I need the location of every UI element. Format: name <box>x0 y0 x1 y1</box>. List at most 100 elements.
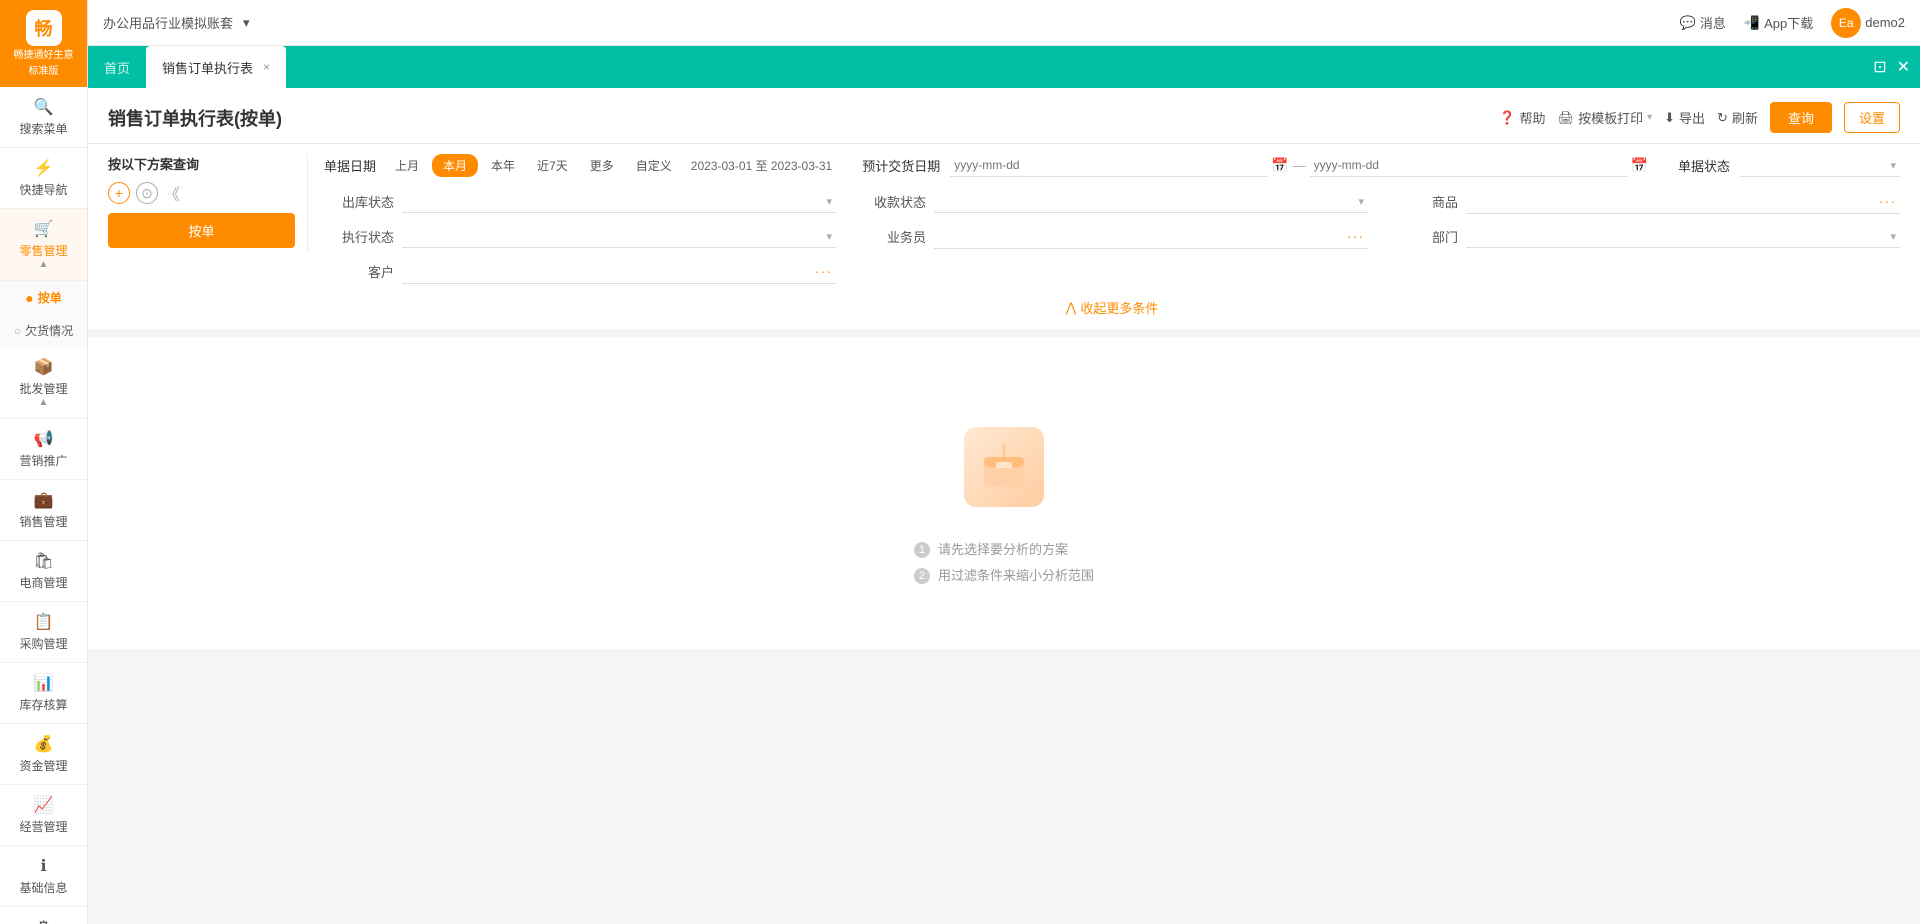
empty-icon-inner <box>964 427 1044 507</box>
sidebar-item-purchase-mgmt[interactable]: 📋 采购管理 <box>0 602 87 663</box>
sidebar-item-quick-nav[interactable]: ⚡ 快捷导航 <box>0 148 87 209</box>
restore-window-icon[interactable]: ⊡ <box>1873 57 1886 77</box>
sys-mgmt-icon: ⚙ <box>36 917 50 924</box>
tab-sales-order[interactable]: 销售订单执行表 × <box>146 46 286 88</box>
calendar-end-icon[interactable]: 📅 <box>1631 157 1648 174</box>
product-label: 商品 <box>1388 192 1458 211</box>
department-filter: 部门 ▾ <box>1388 224 1900 249</box>
product-select[interactable]: ··· <box>1466 189 1900 214</box>
sidebar-item-basic-info[interactable]: ℹ 基础信息 <box>0 846 87 907</box>
refresh-button[interactable]: ↻ 刷新 <box>1717 108 1758 127</box>
more-icon: ··· <box>1347 228 1364 244</box>
collapse-sidebar-button[interactable]: 《 <box>164 181 180 205</box>
chevron-down-icon: ▾ <box>1890 159 1896 172</box>
sidebar-sub-item-欠货情况[interactable]: ○ 欠货情况 <box>0 314 87 347</box>
help-button[interactable]: ❓ 帮助 <box>1499 108 1545 127</box>
collapse-icon: 《 <box>164 187 180 204</box>
retail-sub-menu: ● 按单 ○ 欠货情况 <box>0 281 87 347</box>
payment-status-filter: 收款状态 ▾ <box>856 189 1368 214</box>
calendar-start-icon[interactable]: 📅 <box>1271 157 1288 174</box>
salesperson-select[interactable]: ··· <box>934 224 1368 249</box>
template-print-button[interactable]: 🖨 按模板打印 ▾ <box>1558 108 1653 127</box>
sidebar-item-label: 零售管理 <box>19 242 67 259</box>
sidebar-sub-item-按单[interactable]: ● 按单 <box>0 281 87 314</box>
sidebar-item-label: 销售管理 <box>19 513 67 530</box>
sidebar-item-wholesale-mgmt[interactable]: 📦 批发管理 ▲ <box>0 347 87 419</box>
app-logo[interactable]: 畅 畅捷通好生意 标准版 <box>0 0 87 87</box>
sidebar-item-marketing[interactable]: 📢 营销推广 <box>0 419 87 480</box>
date-tab-上月[interactable]: 上月 <box>386 154 428 177</box>
user-menu[interactable]: Ea demo2 <box>1831 8 1905 38</box>
inventory-icon: 📊 <box>34 673 54 693</box>
customer-select[interactable]: ··· <box>402 259 836 284</box>
tab-close-icon[interactable]: × <box>263 60 270 74</box>
active-tab-label: 销售订单执行表 <box>162 58 253 77</box>
sidebar-item-sales-mgmt[interactable]: 💼 销售管理 <box>0 480 87 541</box>
home-tab-label: 首页 <box>104 58 130 77</box>
date-tab-更多[interactable]: 更多 <box>581 154 623 177</box>
basic-info-icon: ℹ <box>40 856 46 876</box>
sidebar-item-label: 资金管理 <box>19 757 67 774</box>
avatar-text: Ea <box>1839 16 1854 30</box>
sidebar-item-search-menu[interactable]: 🔍 搜索菜单 <box>0 87 87 148</box>
content-area: 销售订单执行表(按单) ❓ 帮助 🖨 按模板打印 ▾ ⬇ 导出 ↻ 刷新 <box>88 88 1920 924</box>
sidebar-item-finance[interactable]: 💰 资金管理 <box>0 724 87 785</box>
copy-scheme-button[interactable]: ⊙ <box>136 182 158 204</box>
template-print-label: 按模板打印 <box>1578 108 1643 127</box>
close-window-icon[interactable]: ✕ <box>1897 57 1910 77</box>
order-status-select[interactable]: ▾ <box>1740 155 1900 177</box>
chevron-down-icon[interactable]: ▾ <box>243 15 250 31</box>
tab-home[interactable]: 首页 <box>88 46 146 88</box>
delivery-status-select[interactable]: ▾ <box>402 191 836 213</box>
execution-status-select[interactable]: ▾ <box>402 226 836 248</box>
topbar: 办公用品行业模拟账套 ▾ 💬 消息 📲 App下载 Ea demo2 <box>88 0 1920 46</box>
copy-icon: ⊙ <box>141 185 153 202</box>
date-tab-本年[interactable]: 本年 <box>482 154 524 177</box>
sidebar-item-sys-mgmt[interactable]: ⚙ 系统管理 <box>0 907 87 924</box>
finance-icon: 💰 <box>34 734 54 754</box>
tab-bar: 首页 销售订单执行表 × ⊡ ✕ <box>88 46 1920 88</box>
app-download-button[interactable]: 📲 App下载 <box>1744 13 1813 32</box>
sidebar-item-ecom-mgmt[interactable]: 🛍 电商管理 <box>0 541 87 602</box>
delivery-date-start-input[interactable] <box>950 154 1267 177</box>
sidebar-item-label: 基础信息 <box>19 879 67 896</box>
page-header: 销售订单执行表(按单) ❓ 帮助 🖨 按模板打印 ▾ ⬇ 导出 ↻ 刷新 <box>88 88 1920 144</box>
quick-nav-icon: ⚡ <box>34 158 54 178</box>
step-num-2: 2 <box>914 568 930 584</box>
date-tab-本月[interactable]: 本月 <box>432 154 478 177</box>
sidebar-item-label: 电商管理 <box>19 574 67 591</box>
side-filter-label: 按以下方案查询 <box>108 154 199 173</box>
retail-mgmt-icon: 🛒 <box>34 219 54 239</box>
sidebar-item-operations[interactable]: 📈 经营管理 <box>0 785 87 846</box>
query-button[interactable]: 查询 <box>1770 102 1832 133</box>
date-tab-近7天[interactable]: 近7天 <box>528 154 577 177</box>
delivery-date-end-input[interactable] <box>1310 154 1627 177</box>
date-tab-自定义[interactable]: 自定义 <box>627 154 681 177</box>
wholesale-mgmt-icon: 📦 <box>34 357 54 377</box>
scheme-按单[interactable]: 按单 <box>108 213 295 248</box>
empty-step-1: 1 请先选择要分析的方案 <box>914 537 1094 563</box>
step-1-text: 请先选择要分析的方案 <box>938 537 1068 563</box>
salesperson-label: 业务员 <box>856 227 926 246</box>
collapse-more-button[interactable]: ⋀ 收起更多条件 <box>324 292 1900 319</box>
sidebar: 畅 畅捷通好生意 标准版 🔍 搜索菜单 ⚡ 快捷导航 🛒 零售管理 ▲ ● 按单… <box>0 0 88 924</box>
print-icon: 🖨 <box>1558 110 1575 126</box>
department-select[interactable]: ▾ <box>1466 226 1900 248</box>
sub-dot-icon: ○ <box>14 324 21 338</box>
customer-label: 客户 <box>324 262 394 281</box>
payment-status-select[interactable]: ▾ <box>934 191 1368 213</box>
sidebar-item-retail-mgmt[interactable]: 🛒 零售管理 ▲ <box>0 209 87 281</box>
page-title: 销售订单执行表(按单) <box>108 105 282 131</box>
sidebar-item-label: 库存核算 <box>19 696 67 713</box>
settings-button[interactable]: 设置 <box>1844 102 1900 133</box>
ecom-mgmt-icon: 🛍 <box>33 551 53 571</box>
sidebar-item-label: 采购管理 <box>19 635 67 652</box>
app-subtitle: 标准版 <box>29 62 59 77</box>
sidebar-item-inventory[interactable]: 📊 库存核算 <box>0 663 87 724</box>
export-button[interactable]: ⬇ 导出 <box>1664 108 1705 127</box>
add-scheme-button[interactable]: + <box>108 182 130 204</box>
message-button[interactable]: 💬 消息 <box>1680 13 1726 32</box>
sidebar-item-label: 快捷导航 <box>19 181 67 198</box>
chevron-down-icon: ▾ <box>1890 230 1896 243</box>
operations-icon: 📈 <box>34 795 54 815</box>
